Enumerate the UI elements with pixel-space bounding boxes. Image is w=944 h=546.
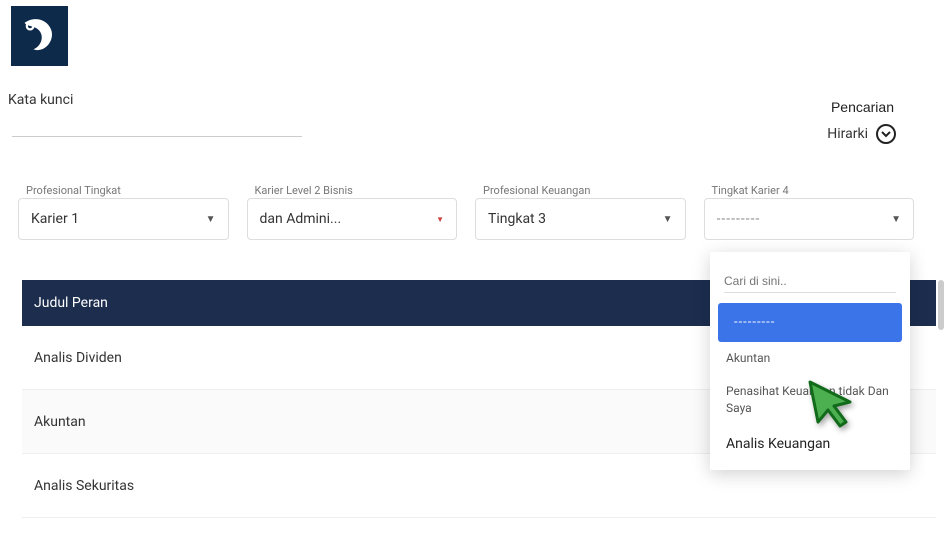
scrollbar[interactable] bbox=[938, 280, 944, 330]
cursor-pointer-icon bbox=[806, 378, 858, 430]
app-logo bbox=[11, 6, 68, 66]
filter-label: Karier Level 2 Bisnis bbox=[253, 184, 355, 197]
caret-down-icon: ▼ bbox=[206, 214, 216, 225]
hierarchy-label: Hirarki bbox=[827, 126, 868, 142]
filter-career-4[interactable]: Tingkat Karier 4 --------- ▼ bbox=[704, 198, 915, 240]
dropdown-option-analis-keuangan[interactable]: Analis Keuangan bbox=[710, 424, 910, 464]
cell-role-title: Akuntan bbox=[34, 414, 86, 430]
filter-label: Tingkat Karier 4 bbox=[710, 184, 791, 197]
cell-role-title: Analis Sekuritas bbox=[34, 478, 134, 494]
filter-value: dan Admini... bbox=[260, 211, 342, 227]
hook-logo-icon bbox=[18, 14, 62, 58]
hierarchy-toggle[interactable]: Hirarki bbox=[827, 124, 896, 144]
dropdown-option-empty[interactable]: --------- bbox=[718, 303, 902, 342]
caret-down-icon: ▼ bbox=[436, 215, 444, 224]
col-role-title: Judul Peran bbox=[34, 295, 108, 311]
dropdown-search-input[interactable] bbox=[724, 270, 896, 293]
caret-down-icon: ▼ bbox=[663, 214, 673, 225]
filter-value: Karier 1 bbox=[31, 211, 79, 227]
filter-row: Profesional Tingkat Karier 1 ▼ Karier Le… bbox=[18, 198, 914, 240]
filter-label: Profesional Tingkat bbox=[24, 184, 123, 197]
filter-value: --------- bbox=[717, 211, 761, 227]
filter-career-3[interactable]: Profesional Keuangan Tingkat 3 ▼ bbox=[475, 198, 686, 240]
filter-value: Tingkat 3 bbox=[488, 211, 546, 227]
dropdown-option-akuntan[interactable]: Akuntan bbox=[710, 342, 910, 375]
search-keyword-label: Kata kunci bbox=[8, 92, 73, 108]
search-keyword-input[interactable] bbox=[12, 112, 302, 137]
chevron-down-icon bbox=[876, 124, 896, 144]
career-4-dropdown: --------- Akuntan Penasihat Keuangan tid… bbox=[710, 252, 910, 470]
filter-label: Profesional Keuangan bbox=[481, 184, 592, 197]
caret-down-icon: ▼ bbox=[891, 214, 901, 225]
search-button[interactable]: Pencarian bbox=[831, 99, 894, 115]
cell-role-title: Analis Dividen bbox=[34, 350, 122, 366]
filter-career-1[interactable]: Profesional Tingkat Karier 1 ▼ bbox=[18, 198, 229, 240]
filter-career-2[interactable]: Karier Level 2 Bisnis dan Admini... ▼ bbox=[247, 198, 458, 240]
